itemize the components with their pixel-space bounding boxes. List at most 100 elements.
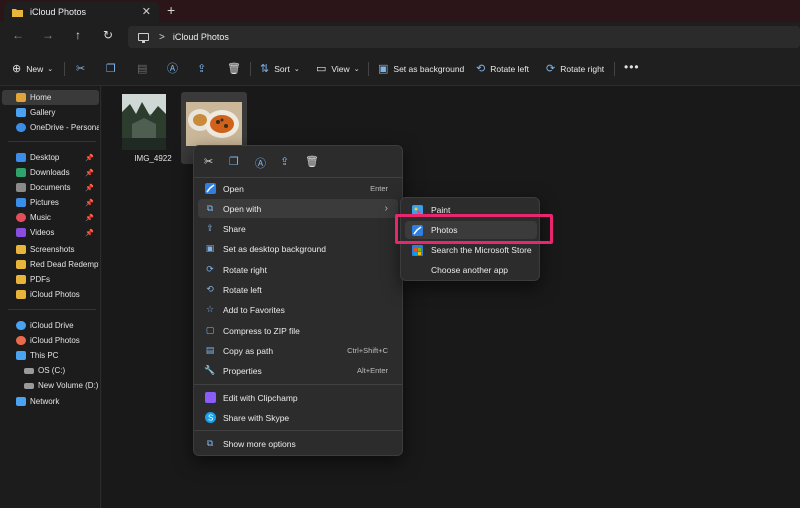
set-as-background-button[interactable]: ▣ Set as background xyxy=(378,61,464,77)
copy-icon: ❐ xyxy=(106,62,116,75)
submenu-item-photos[interactable]: Photos xyxy=(405,221,537,239)
divider xyxy=(250,62,251,76)
copy-button[interactable]: ❐ xyxy=(106,61,121,77)
sidebar-item-videos[interactable]: Videos 📌 xyxy=(2,225,99,240)
menu-item-label: Open xyxy=(223,183,244,194)
menu-item-copy-as-path[interactable]: ▤ Copy as path Ctrl+Shift+C xyxy=(198,341,398,360)
sidebar-item-downloads[interactable]: Downloads 📌 xyxy=(2,165,99,180)
sidebar-item-label: OS (C:) xyxy=(38,366,66,375)
file-item[interactable]: IMG_4922 xyxy=(120,92,186,163)
shortcut-label: Alt+Enter xyxy=(356,366,388,375)
rotate-right-icon: ⟳ xyxy=(206,264,214,274)
sort-label: Sort xyxy=(274,64,290,74)
sidebar-item-onedrive[interactable]: OneDrive - Personal xyxy=(2,120,99,135)
title-bar: iCloud Photos ✕ + xyxy=(0,0,800,22)
menu-item-set-desktop-background[interactable]: ▣ Set as desktop background xyxy=(198,239,398,258)
paste-button[interactable]: ▤ xyxy=(137,61,152,77)
up-arrow-icon[interactable]: ↑ xyxy=(70,28,86,42)
menu-item-edit-with-clipchamp[interactable]: Edit with Clipchamp xyxy=(198,388,398,407)
menu-item-open-with[interactable]: ⧉ Open with › xyxy=(198,199,398,218)
scissors-icon[interactable]: ✂ xyxy=(204,155,213,168)
sidebar-item-icloud-photos-folder[interactable]: iCloud Photos xyxy=(2,287,99,302)
sidebar-item-network[interactable]: Network xyxy=(2,394,99,409)
rename-button[interactable]: Ⓐ xyxy=(167,61,183,77)
background-icon: ▣ xyxy=(378,62,389,75)
folder-icon xyxy=(16,290,26,299)
sidebar-item-desktop[interactable]: Desktop 📌 xyxy=(2,150,99,165)
menu-item-rotate-right[interactable]: ⟳ Rotate right xyxy=(198,260,398,279)
open-with-icon: ⧉ xyxy=(206,203,214,213)
icloud-drive-icon xyxy=(16,321,26,330)
new-tab-button[interactable]: + xyxy=(167,2,175,18)
sort-button[interactable]: ⇅ Sort ⌄ xyxy=(260,61,300,77)
submenu-item-choose-another-app[interactable]: Choose another app xyxy=(405,261,537,279)
scissors-icon: ✂ xyxy=(76,62,86,75)
sidebar-item-new-volume-d[interactable]: New Volume (D:) xyxy=(2,378,99,393)
sidebar-item-red-dead[interactable]: Red Dead Redemptic xyxy=(2,257,99,272)
pin-icon: 📌 xyxy=(85,154,94,162)
sidebar-item-label: OneDrive - Personal xyxy=(30,123,99,132)
menu-item-properties[interactable]: 🔧 Properties Alt+Enter xyxy=(198,361,398,380)
submenu-item-label: Search the Microsoft Store xyxy=(431,245,532,255)
menu-item-show-more-options[interactable]: ⧉ Show more options xyxy=(198,434,398,453)
chevron-right-icon: › xyxy=(384,203,388,214)
skype-icon: S xyxy=(204,412,216,424)
trash-icon[interactable]: 🗑 xyxy=(305,155,319,168)
open-with-submenu: Paint Photos Search the Microsoft Store … xyxy=(400,197,540,281)
sidebar-item-label: Documents xyxy=(30,183,71,192)
menu-item-add-to-favorites[interactable]: ☆ Add to Favorites xyxy=(198,300,398,319)
menu-item-label: Copy as path xyxy=(223,345,274,356)
sidebar-item-documents[interactable]: Documents 📌 xyxy=(2,180,99,195)
sidebar-item-screenshots[interactable]: Screenshots xyxy=(2,242,99,257)
cut-button[interactable]: ✂ xyxy=(76,61,90,77)
rename-icon[interactable]: Ⓐ xyxy=(255,155,266,171)
back-arrow-icon[interactable]: ← xyxy=(10,28,26,42)
menu-item-label: Rotate right xyxy=(223,264,267,275)
sidebar-item-this-pc[interactable]: This PC xyxy=(2,348,99,363)
sidebar-item-pictures[interactable]: Pictures 📌 xyxy=(2,195,99,210)
sidebar-item-os-c[interactable]: OS (C:) xyxy=(2,363,99,378)
sidebar-item-music[interactable]: Music 📌 xyxy=(2,210,99,225)
new-button[interactable]: ⊕ New ⌄ xyxy=(12,61,53,77)
view-icon: ▭ xyxy=(316,62,327,75)
menu-item-share[interactable]: ⇪ Share xyxy=(198,219,398,238)
address-bar[interactable]: > iCloud Photos xyxy=(128,26,800,48)
video-icon xyxy=(16,228,26,237)
menu-item-open[interactable]: Open Enter xyxy=(198,179,398,198)
delete-button[interactable]: 🗑 xyxy=(227,61,246,77)
sidebar-item-icloud-drive[interactable]: iCloud Drive xyxy=(2,318,99,333)
menu-item-share-with-skype[interactable]: S Share with Skype xyxy=(198,408,398,427)
sidebar-item-pdfs[interactable]: PDFs xyxy=(2,272,99,287)
sidebar-item-gallery[interactable]: Gallery xyxy=(2,105,99,120)
submenu-item-paint[interactable]: Paint xyxy=(405,201,537,219)
menu-item-rotate-left[interactable]: ⟲ Rotate left xyxy=(198,280,398,299)
submenu-item-label: Choose another app xyxy=(431,265,509,275)
copy-icon[interactable]: ❐ xyxy=(229,155,239,168)
command-bar: ⊕ New ⌄ ✂ ❐ ▤ Ⓐ ⇪ 🗑 ⇅ Sort ⌄ ▭ View ⌄ ▣ … xyxy=(0,52,800,86)
menu-item-compress-zip[interactable]: ▢ Compress to ZIP file xyxy=(198,321,398,340)
image-thumbnail xyxy=(122,94,166,150)
rotate-right-button[interactable]: ⟳ Rotate right xyxy=(546,61,604,77)
share-icon: ⇪ xyxy=(206,223,214,233)
sidebar-item-icloud-photos[interactable]: iCloud Photos xyxy=(2,333,99,348)
tab-icloud-photos[interactable]: iCloud Photos ✕ xyxy=(4,2,159,22)
shortcut-label: Ctrl+Shift+C xyxy=(347,346,388,355)
refresh-icon[interactable]: ↻ xyxy=(100,28,116,42)
navigation-pane: Home Gallery OneDrive - Personal Desktop… xyxy=(0,86,101,508)
forward-arrow-icon[interactable]: → xyxy=(40,28,56,42)
submenu-item-microsoft-store[interactable]: Search the Microsoft Store xyxy=(405,241,537,259)
photos-app-icon xyxy=(204,183,216,195)
share-icon[interactable]: ⇪ xyxy=(280,155,289,168)
more-options-icon[interactable]: ••• xyxy=(624,60,640,74)
sidebar-item-label: iCloud Drive xyxy=(30,321,74,330)
close-icon[interactable]: ✕ xyxy=(142,5,151,18)
sidebar-item-home[interactable]: Home xyxy=(2,90,99,105)
view-button[interactable]: ▭ View ⌄ xyxy=(316,61,360,77)
divider xyxy=(368,62,369,76)
shortcut-label: Enter xyxy=(370,184,388,193)
submenu-item-label: Paint xyxy=(431,205,451,215)
share-button[interactable]: ⇪ xyxy=(197,61,211,77)
folder-icon xyxy=(16,245,26,254)
rotate-left-button[interactable]: ⟲ Rotate left xyxy=(476,61,529,77)
rotate-right-icon: ⟳ xyxy=(546,62,556,75)
